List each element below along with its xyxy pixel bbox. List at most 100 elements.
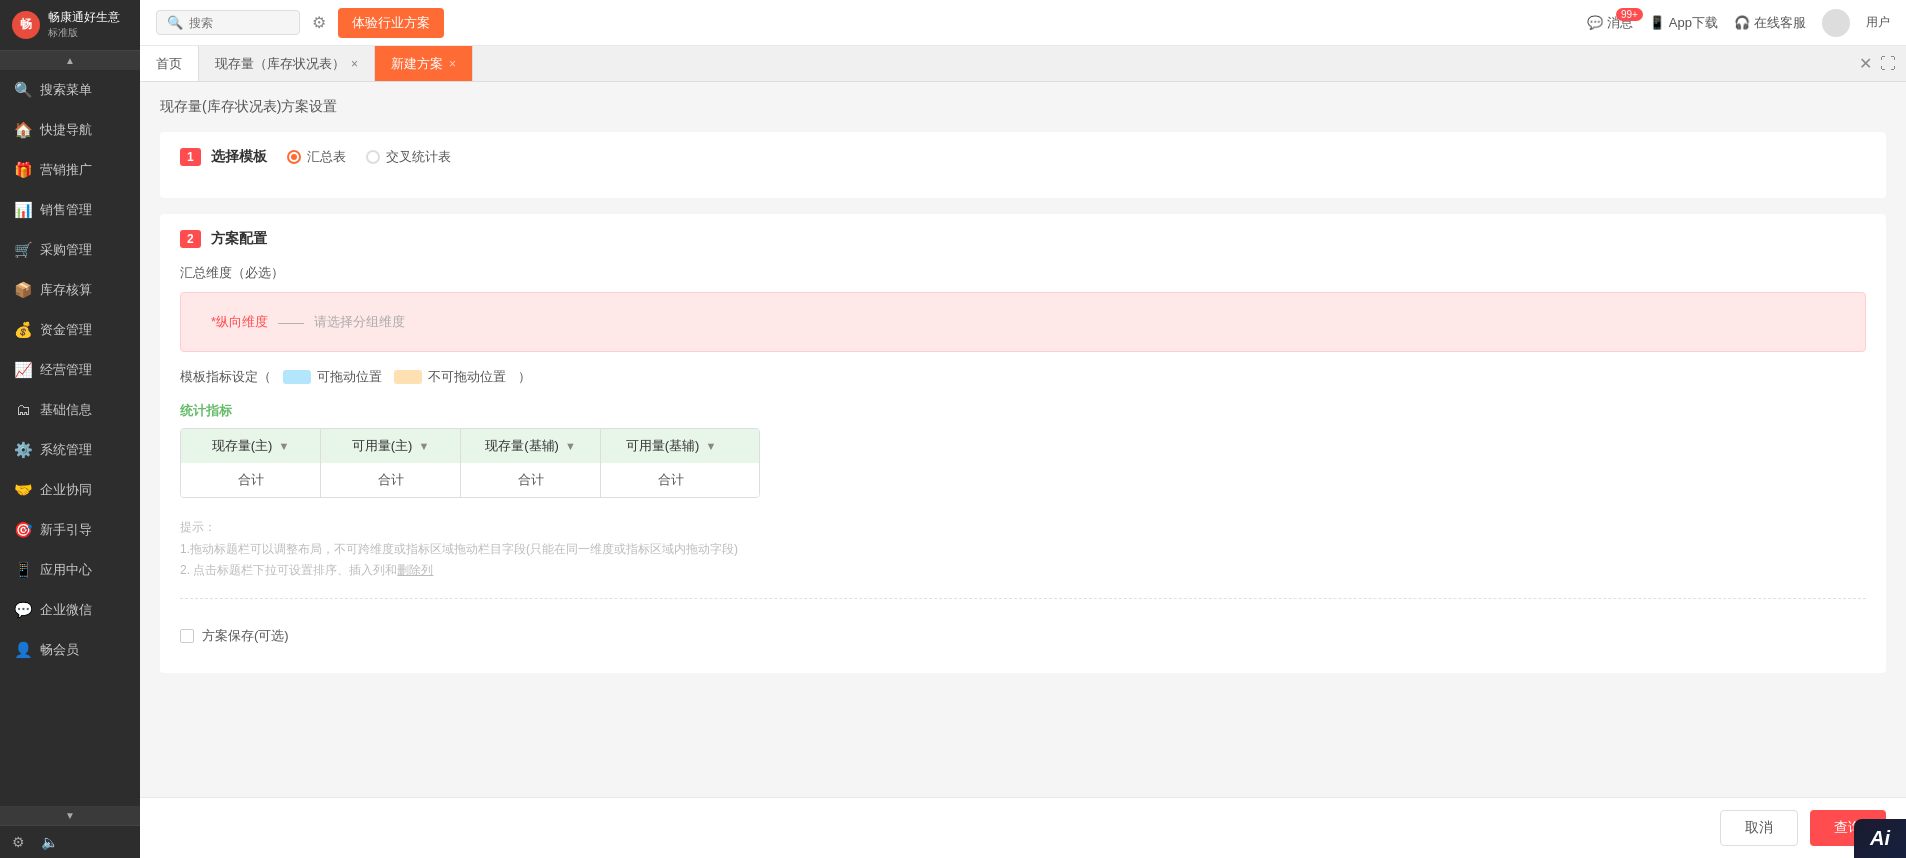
col-header-label-2: 现存量(基辅) <box>485 437 559 455</box>
cart-icon: 🛒 <box>14 241 32 259</box>
save-option-label: 方案保存(可选) <box>202 627 289 645</box>
sidebar-item-marketing[interactable]: 🎁 营销推广 <box>0 150 140 190</box>
tips-section: 提示： 1.拖动标题栏可以调整布局，不可跨维度或指标区域拖动栏目字段(只能在同一… <box>180 517 1866 582</box>
chart-icon: 📊 <box>14 201 32 219</box>
folder-icon: 🗂 <box>14 401 32 419</box>
chevron-down-icon-3: ▼ <box>705 440 716 452</box>
ai-badge[interactable]: Ai <box>1854 819 1906 858</box>
target-icon: 🎯 <box>14 521 32 539</box>
box-icon: 📦 <box>14 281 32 299</box>
sidebar-item-base[interactable]: 🗂 基础信息 <box>0 390 140 430</box>
sidebar-item-wechat[interactable]: 💬 企业微信 <box>0 590 140 630</box>
sidebar-item-search-menu[interactable]: 🔍 搜索菜单 <box>0 70 140 110</box>
sidebar-item-label: 应用中心 <box>40 561 92 579</box>
sidebar-item-quick-nav[interactable]: 🏠 快捷导航 <box>0 110 140 150</box>
chevron-down-icon-2: ▼ <box>565 440 576 452</box>
user-icon: 👤 <box>14 641 32 659</box>
tab-close-inventory[interactable]: × <box>351 57 358 71</box>
sidebar-item-appstore[interactable]: 📱 应用中心 <box>0 550 140 590</box>
col-cell-2: 合计 <box>461 463 601 497</box>
dimension-dash: —— <box>278 315 304 330</box>
delete-col-link[interactable]: 删除列 <box>397 563 433 577</box>
col-header-label-0: 现存量(主) <box>212 437 273 455</box>
cell-value-0: 合计 <box>238 471 264 489</box>
money-icon: 💰 <box>14 321 32 339</box>
tab-home[interactable]: 首页 <box>140 46 199 81</box>
topbar-app-download[interactable]: 📱 App下载 <box>1649 14 1718 32</box>
save-option: 方案保存(可选) <box>180 615 1866 657</box>
speaker-icon[interactable]: 🔈 <box>41 834 58 850</box>
logo-text-block: 畅康通好生意 标准版 <box>48 10 120 40</box>
draggable-indicator: 可拖动位置 <box>283 368 382 386</box>
topbar-messages[interactable]: 💬 消息 99+ <box>1587 14 1633 32</box>
search-input[interactable] <box>189 16 289 30</box>
radio-cross-circle <box>366 150 380 164</box>
template-indicators: 模板指标设定（ 可拖动位置 不可拖动位置 ） <box>180 368 1866 386</box>
save-checkbox[interactable] <box>180 629 194 643</box>
topbar-search-box[interactable]: 🔍 <box>156 10 300 35</box>
sidebar-item-sales[interactable]: 📊 销售管理 <box>0 190 140 230</box>
sidebar-scroll-down[interactable]: ▼ <box>0 806 140 825</box>
sidebar-item-purchase[interactable]: 🛒 采购管理 <box>0 230 140 270</box>
sidebar-item-label: 畅会员 <box>40 641 79 659</box>
message-icon: 💬 <box>1587 15 1603 30</box>
non-draggable-box <box>394 370 422 384</box>
tab-home-label: 首页 <box>156 55 182 73</box>
topbar: 🔍 ⚙ 体验行业方案 💬 消息 99+ 📱 App下载 🎧 在线客服 用户 <box>140 0 1906 46</box>
stats-title: 统计指标 <box>180 402 1866 420</box>
cell-value-2: 合计 <box>518 471 544 489</box>
cancel-button[interactable]: 取消 <box>1720 810 1798 846</box>
sidebar-item-label: 系统管理 <box>40 441 92 459</box>
sidebar-item-label: 搜索菜单 <box>40 81 92 99</box>
tab-close-btn[interactable]: ✕ <box>1859 54 1872 73</box>
search-menu-icon: 🔍 <box>14 81 32 99</box>
headset-icon: 🎧 <box>1734 15 1750 30</box>
tab-new-plan-label: 新建方案 <box>391 55 443 73</box>
step1-section: 1 选择模板 汇总表 交叉统计表 <box>160 132 1886 198</box>
settings-icon[interactable]: ⚙ <box>12 834 25 850</box>
sidebar-item-inventory[interactable]: 📦 库存核算 <box>0 270 140 310</box>
dimension-area: *纵向维度 —— 请选择分组维度 <box>180 292 1866 352</box>
sidebar-item-guide[interactable]: 🎯 新手引导 <box>0 510 140 550</box>
chevron-down-icon-1: ▼ <box>418 440 429 452</box>
sidebar-item-biz[interactable]: 📈 经营管理 <box>0 350 140 390</box>
sidebar-item-label: 快捷导航 <box>40 121 92 139</box>
radio-summary[interactable]: 汇总表 <box>287 148 346 166</box>
non-draggable-indicator: 不可拖动位置 <box>394 368 506 386</box>
tab-inventory-status[interactable]: 现存量（库存状况表） × <box>199 46 375 81</box>
sidebar-item-label: 采购管理 <box>40 241 92 259</box>
tab-new-plan[interactable]: 新建方案 × <box>375 46 473 81</box>
radio-cross[interactable]: 交叉统计表 <box>366 148 451 166</box>
tips-title: 提示： <box>180 520 216 534</box>
topbar-online-service[interactable]: 🎧 在线客服 <box>1734 14 1806 32</box>
topbar-gear-icon[interactable]: ⚙ <box>312 13 326 32</box>
col-header-label-3: 可用量(基辅) <box>626 437 700 455</box>
sidebar-scroll-up[interactable]: ▲ <box>0 51 140 70</box>
page-title: 现存量(库存状况表)方案设置 <box>160 98 1886 116</box>
col-header-2[interactable]: 现存量(基辅) ▼ <box>461 429 601 463</box>
col-header-1[interactable]: 可用量(主) ▼ <box>321 429 461 463</box>
experience-btn[interactable]: 体验行业方案 <box>338 8 444 38</box>
tab-expand-btn[interactable]: ⛶ <box>1880 55 1896 73</box>
col-header-0[interactable]: 现存量(主) ▼ <box>181 429 321 463</box>
avatar <box>1822 9 1850 37</box>
sidebar-item-finance[interactable]: 💰 资金管理 <box>0 310 140 350</box>
sidebar-item-member[interactable]: 👤 畅会员 <box>0 630 140 670</box>
topbar-right: 💬 消息 99+ 📱 App下载 🎧 在线客服 用户 <box>1587 9 1890 37</box>
sidebar-bottom: ⚙ 🔈 <box>0 825 140 858</box>
sidebar-item-label: 销售管理 <box>40 201 92 219</box>
tab-close-new-plan[interactable]: × <box>449 57 456 71</box>
sidebar-item-label: 企业协同 <box>40 481 92 499</box>
step1-label: 选择模板 <box>211 148 267 166</box>
message-badge: 99+ <box>1616 8 1643 21</box>
sidebar-item-system[interactable]: ⚙️ 系统管理 <box>0 430 140 470</box>
step2-badge: 2 <box>180 230 201 248</box>
handshake-icon: 🤝 <box>14 481 32 499</box>
search-icon: 🔍 <box>167 15 183 30</box>
step2-header: 2 方案配置 <box>180 230 1866 248</box>
col-header-3[interactable]: 可用量(基辅) ▼ <box>601 429 741 463</box>
non-draggable-label: 不可拖动位置 <box>428 368 506 386</box>
bottom-bar: 取消 查询 <box>140 797 1906 858</box>
sidebar-item-enterprise[interactable]: 🤝 企业协同 <box>0 470 140 510</box>
col-header-label-1: 可用量(主) <box>352 437 413 455</box>
